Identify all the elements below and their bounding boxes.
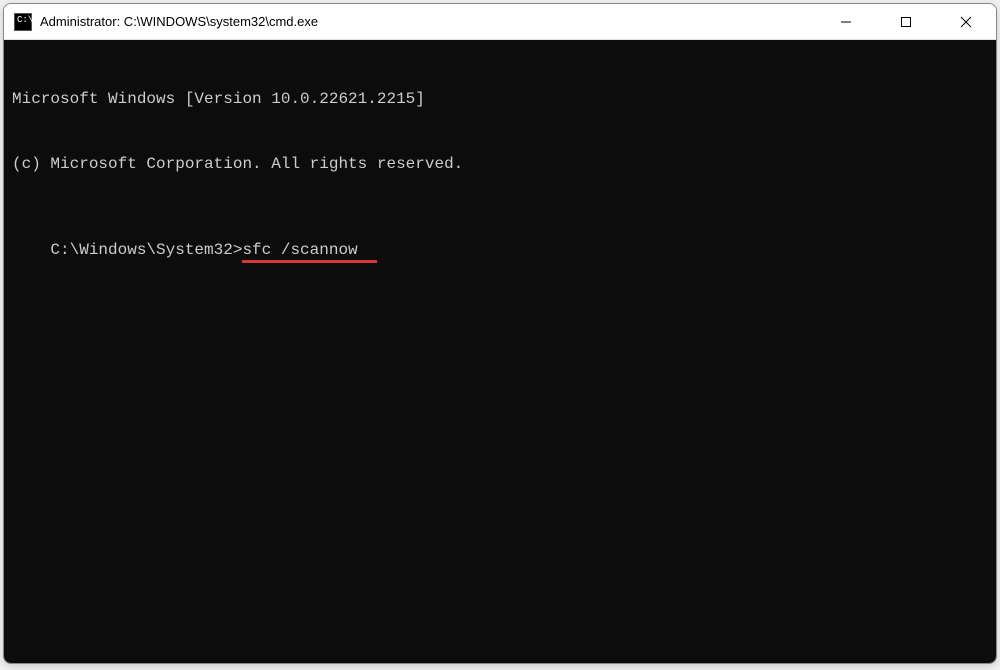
cmd-icon-text: C:\. bbox=[17, 16, 39, 25]
minimize-button[interactable] bbox=[816, 4, 876, 39]
maximize-icon bbox=[900, 16, 912, 28]
window-controls bbox=[816, 4, 996, 39]
red-underline-annotation bbox=[242, 260, 377, 263]
close-button[interactable] bbox=[936, 4, 996, 39]
cmd-window: C:\. Administrator: C:\WINDOWS\system32\… bbox=[3, 3, 997, 664]
maximize-button[interactable] bbox=[876, 4, 936, 39]
terminal-prompt: C:\Windows\System32> bbox=[50, 241, 242, 259]
terminal-output[interactable]: Microsoft Windows [Version 10.0.22621.22… bbox=[4, 40, 996, 663]
terminal-copyright-line: (c) Microsoft Corporation. All rights re… bbox=[12, 154, 988, 176]
close-icon bbox=[960, 16, 972, 28]
titlebar: C:\. Administrator: C:\WINDOWS\system32\… bbox=[4, 4, 996, 40]
terminal-version-line: Microsoft Windows [Version 10.0.22621.22… bbox=[12, 89, 988, 111]
terminal-command: sfc /scannow bbox=[242, 241, 357, 259]
terminal-prompt-line: C:\Windows\System32>sfc /scannow bbox=[50, 240, 357, 262]
window-title: Administrator: C:\WINDOWS\system32\cmd.e… bbox=[40, 14, 816, 29]
cmd-icon: C:\. bbox=[14, 13, 32, 31]
minimize-icon bbox=[840, 16, 852, 28]
